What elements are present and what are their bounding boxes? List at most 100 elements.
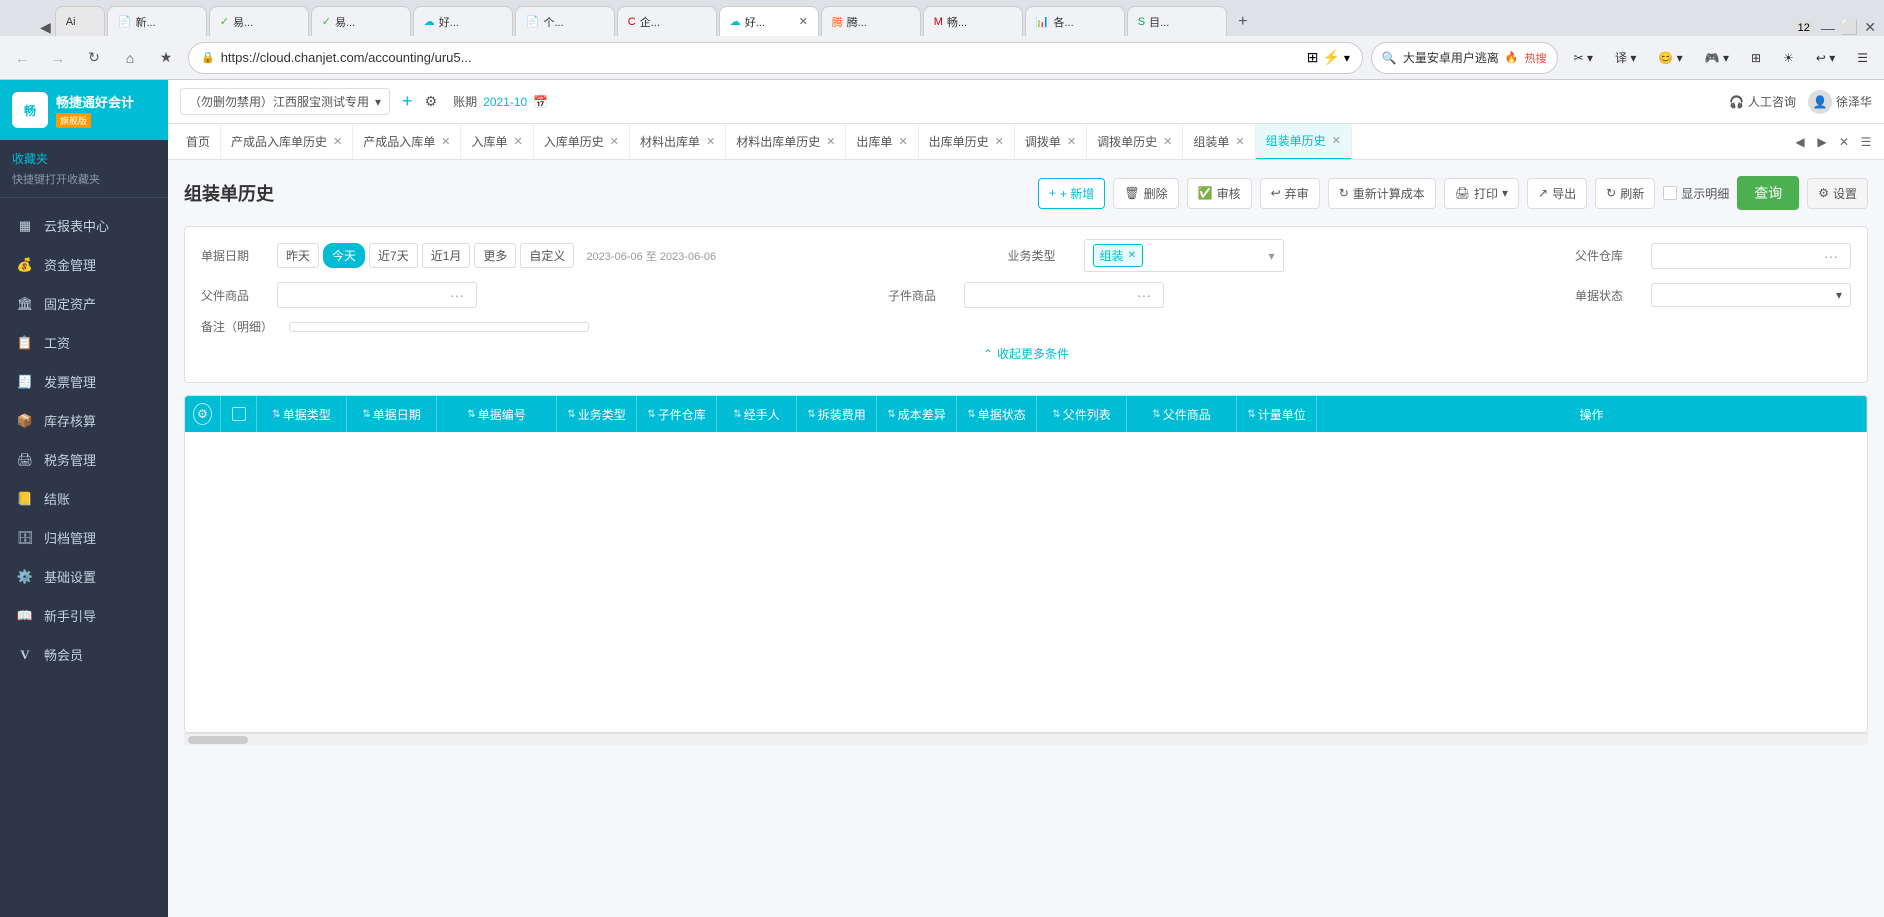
detail-checkbox-box[interactable]	[1663, 186, 1677, 200]
sidebar-item-fixed[interactable]: 🏛 固定资产	[0, 284, 168, 323]
tab-hao2[interactable]: ☁ 好... ✕	[719, 6, 819, 36]
th-diff[interactable]: ⇅ 成本差异	[877, 396, 957, 432]
qr-icon[interactable]: ⊞	[1307, 49, 1319, 66]
tab-close-icon[interactable]: ✕	[995, 135, 1004, 148]
user-avatar[interactable]: 👤 徐泽华	[1808, 90, 1872, 114]
date-btn-7days[interactable]: 近7天	[369, 243, 418, 268]
th-checkbox[interactable]	[221, 396, 257, 432]
scissors-tool[interactable]: ✂ ▾	[1566, 44, 1601, 72]
collapse-button[interactable]: ⌃ 收起更多条件	[201, 345, 1851, 362]
tab-yi1[interactable]: ✓ 易...	[209, 6, 309, 36]
translate-tool[interactable]: 译 ▾	[1607, 44, 1644, 72]
parent-warehouse-dots[interactable]: ···	[1820, 248, 1842, 264]
sidebar-item-fund[interactable]: 💰 资金管理	[0, 245, 168, 284]
print-button[interactable]: 🖨 打印 ▾	[1444, 178, 1519, 209]
th-biz-type[interactable]: ⇅ 业务类型	[557, 396, 637, 432]
support-button[interactable]: 🎧 人工咨询	[1729, 93, 1796, 110]
export-button[interactable]: ↗ 导出	[1527, 178, 1587, 209]
tab-close-icon[interactable]: ✕	[610, 135, 619, 148]
tab-ai[interactable]: Ai	[55, 6, 105, 36]
tab-assembly[interactable]: 组装单 ✕	[1183, 124, 1255, 160]
date-btn-yesterday[interactable]: 昨天	[277, 243, 319, 268]
horizontal-scrollbar[interactable]	[184, 733, 1868, 745]
nav-home-button[interactable]: ⌂	[116, 44, 144, 72]
tab-target[interactable]: S 目...	[1127, 6, 1227, 36]
company-selector[interactable]: （勿删勿禁用）江西服宝测试专用 ▾	[180, 88, 390, 115]
recalc-button[interactable]: ↻ 重新计算成本	[1328, 178, 1436, 209]
tab-close-icon[interactable]: ✕	[1067, 135, 1076, 148]
parent-goods-dots[interactable]: ···	[446, 287, 468, 303]
tab-hao1[interactable]: ☁ 好...	[413, 6, 513, 36]
th-handler[interactable]: ⇅ 经手人	[717, 396, 797, 432]
tab-transfer-hist[interactable]: 调拨单历史 ✕	[1087, 124, 1183, 160]
date-btn-today[interactable]: 今天	[323, 243, 365, 268]
scrollbar-thumb[interactable]	[188, 736, 248, 744]
tab-personal[interactable]: 📄 个...	[515, 6, 615, 36]
tabs-next-button[interactable]: ▶	[1812, 132, 1832, 152]
th-parent-list[interactable]: ⇅ 父件列表	[1037, 396, 1127, 432]
abandon-button[interactable]: ↩ 弃审	[1260, 178, 1320, 209]
child-goods-dots[interactable]: ···	[1133, 287, 1155, 303]
tab-enterprise[interactable]: C 企...	[617, 6, 717, 36]
refresh-button[interactable]: ↻ 刷新	[1595, 178, 1655, 209]
parent-goods-input[interactable]: ···	[277, 282, 477, 308]
grid-tool[interactable]: ⊞	[1743, 44, 1769, 72]
emoji-tool[interactable]: 😊 ▾	[1650, 44, 1690, 72]
table-settings-icon[interactable]: ⚙	[193, 403, 212, 425]
parent-warehouse-input[interactable]: ···	[1651, 243, 1851, 269]
sidebar-item-member[interactable]: V 畅会员	[0, 635, 168, 674]
tab-close-icon[interactable]: ✕	[826, 135, 835, 148]
address-dropdown-icon[interactable]: ▾	[1344, 51, 1350, 65]
add-company-button[interactable]: +	[398, 91, 417, 112]
sidebar-item-settle[interactable]: 📒 结账	[0, 479, 168, 518]
date-btn-more[interactable]: 更多	[474, 243, 516, 268]
show-detail-checkbox[interactable]: 显示明细	[1663, 185, 1729, 202]
nav-refresh-button[interactable]: ↻	[80, 44, 108, 72]
sidebar-item-tax[interactable]: 🖨 税务管理	[0, 440, 168, 479]
game-tool[interactable]: 🎮 ▾	[1697, 44, 1737, 72]
tab-close-icon[interactable]: ✕	[1235, 135, 1244, 148]
tab-mat-out[interactable]: 材料出库单 ✕	[630, 124, 726, 160]
tab-close-icon[interactable]: ✕	[706, 135, 715, 148]
sidebar-item-archive[interactable]: 🗄 归档管理	[0, 518, 168, 557]
tab-close-icon[interactable]: ✕	[333, 135, 342, 148]
status-select[interactable]: ▾	[1651, 283, 1851, 307]
tab-assembly-hist[interactable]: 组装单历史 ✕	[1256, 124, 1352, 160]
th-cost[interactable]: ⇅ 拆装费用	[797, 396, 877, 432]
menu-tool[interactable]: ☰	[1849, 44, 1876, 72]
lightning-icon[interactable]: ⚡	[1322, 49, 1339, 66]
child-goods-input[interactable]: ···	[964, 282, 1164, 308]
settings-button[interactable]: ⚙ 设置	[1807, 178, 1868, 209]
tab-tencent[interactable]: 腾 腾...	[821, 6, 921, 36]
tab-home[interactable]: 首页	[176, 124, 221, 160]
biz-type-tag-close[interactable]: ✕	[1128, 250, 1136, 261]
tab-transfer[interactable]: 调拨单 ✕	[1015, 124, 1087, 160]
audit-button[interactable]: ✅ 审核	[1187, 178, 1252, 209]
note-input[interactable]	[289, 322, 589, 332]
sidebar-item-guide[interactable]: 📖 新手引导	[0, 596, 168, 635]
header-checkbox[interactable]	[232, 407, 246, 421]
biz-type-input[interactable]: 组装 ✕ ▾	[1084, 239, 1284, 272]
sidebar-item-inventory[interactable]: 📦 库存核算	[0, 401, 168, 440]
calendar-icon[interactable]: 📅	[533, 95, 548, 109]
address-bar[interactable]: 🔒 https://cloud.chanjet.com/accounting/u…	[188, 42, 1363, 74]
date-btn-1month[interactable]: 近1月	[422, 243, 471, 268]
tab-close-icon[interactable]: ✕	[1332, 134, 1341, 147]
th-status[interactable]: ⇅ 单据状态	[957, 396, 1037, 432]
tab-mat-out-hist[interactable]: 材料出库单历史 ✕	[726, 124, 846, 160]
tabs-prev-button[interactable]: ◀	[1790, 132, 1810, 152]
tabs-more-button[interactable]: ☰	[1856, 132, 1876, 152]
th-warehouse[interactable]: ⇅ 子件仓库	[637, 396, 717, 432]
favorites-title[interactable]: 收藏夹	[12, 150, 156, 167]
browser-min-icon[interactable]: —	[1821, 20, 1835, 36]
nav-back-button[interactable]: ←	[8, 44, 36, 72]
tab-yi2[interactable]: ✓ 易...	[311, 6, 411, 36]
nav-bookmark-button[interactable]: ★	[152, 44, 180, 72]
th-unit[interactable]: ⇅ 计量单位	[1237, 396, 1317, 432]
sidebar-item-invoice[interactable]: 🧾 发票管理	[0, 362, 168, 401]
nav-forward-button[interactable]: →	[44, 44, 72, 72]
th-type[interactable]: ⇅ 单据类型	[257, 396, 347, 432]
new-button[interactable]: + + 新增	[1038, 178, 1105, 209]
date-btn-custom[interactable]: 自定义	[520, 243, 574, 268]
tabs-close-button[interactable]: ✕	[1834, 132, 1854, 152]
